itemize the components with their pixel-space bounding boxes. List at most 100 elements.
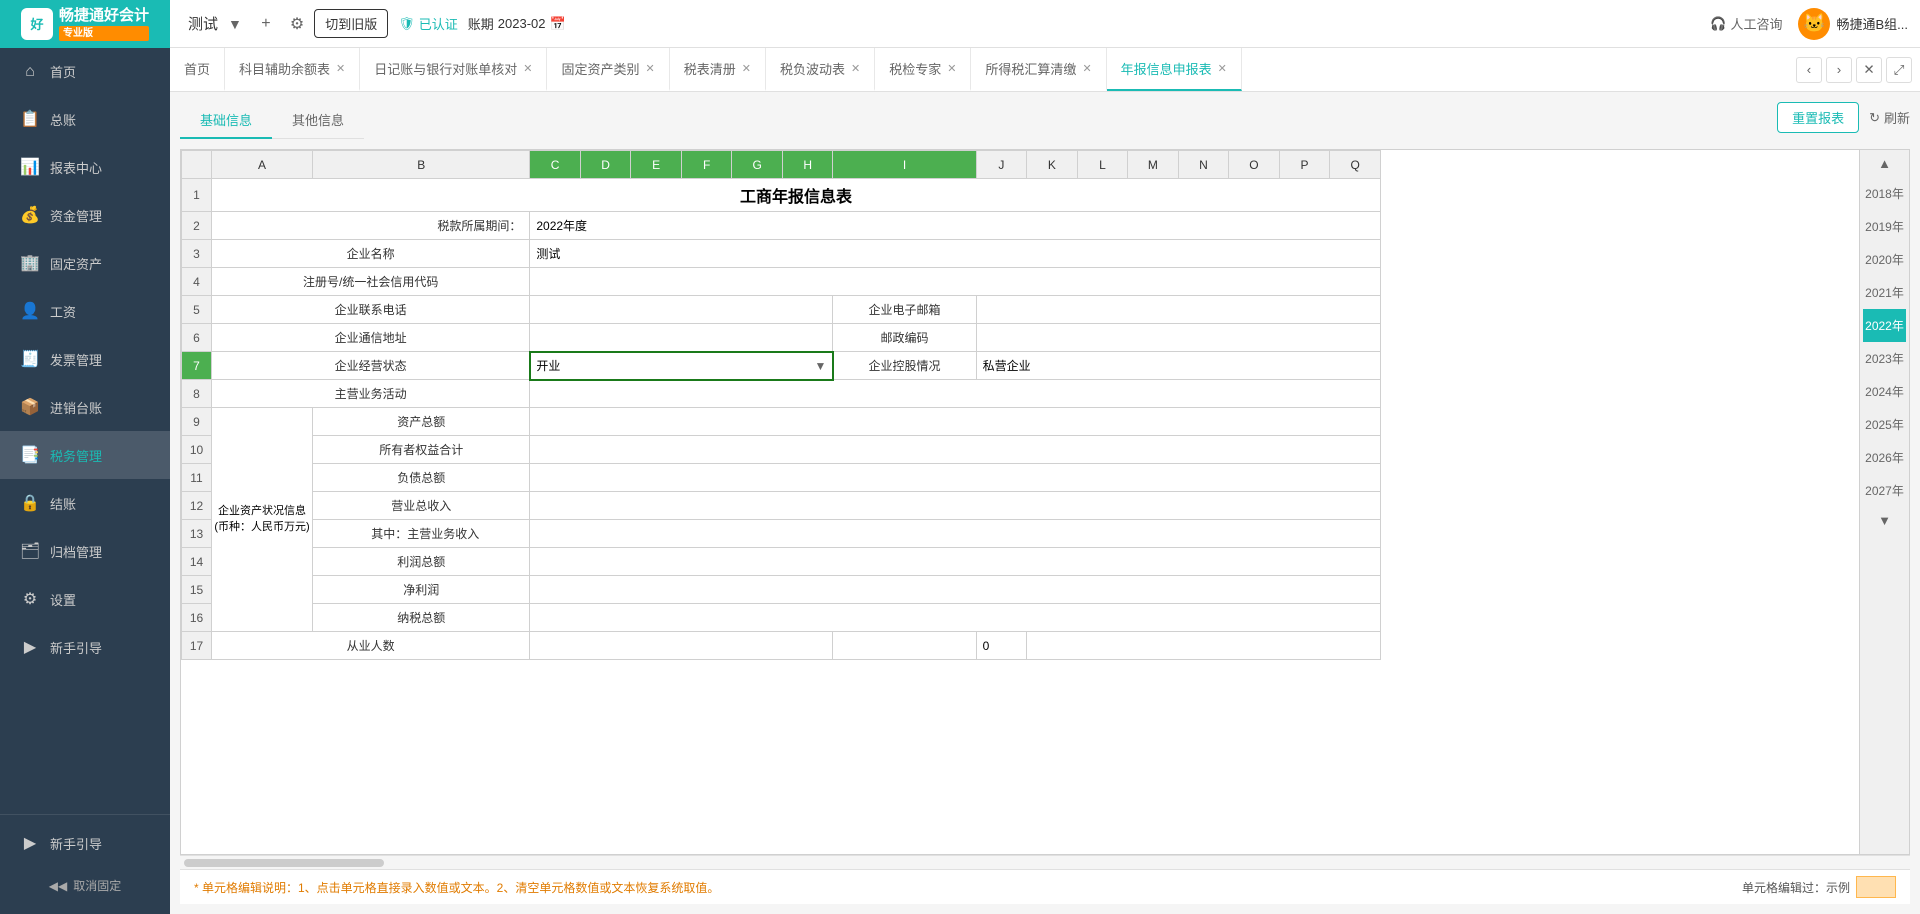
tab-close-aux[interactable]: ✕	[336, 62, 345, 75]
title-cell[interactable]: 工商年报信息表	[212, 179, 1381, 212]
phone-value[interactable]	[530, 296, 833, 324]
reset-report-button[interactable]: 重置报表	[1777, 102, 1859, 133]
year-item-2027[interactable]: 2027年	[1863, 474, 1906, 507]
spreadsheet[interactable]: ABCDEFGHIJKLMNOPQ 1 工商年报信息表 2 税款所属期间： 20…	[181, 150, 1859, 854]
col-header-K[interactable]: K	[1027, 151, 1078, 179]
tab-journal[interactable]: 日记账与银行对账单核对✕	[360, 48, 547, 91]
col-header-A[interactable]: A	[212, 151, 313, 179]
sidebar-item-funds[interactable]: 💰 资金管理	[0, 191, 170, 239]
col-header-O[interactable]: O	[1229, 151, 1280, 179]
year-item-2024[interactable]: 2024年	[1863, 375, 1906, 408]
tab-close-journal[interactable]: ✕	[523, 62, 532, 75]
sub-tab-other[interactable]: 其他信息	[272, 102, 364, 139]
tab-close-income_tax[interactable]: ✕	[1082, 62, 1091, 75]
period-value-cell[interactable]: 2022年度	[530, 212, 1381, 240]
tab-aux[interactable]: 科目辅助余额表✕	[225, 48, 360, 91]
year-scroll-down-button[interactable]: ▼	[1860, 507, 1909, 534]
year-scroll-up-button[interactable]: ▲	[1860, 150, 1909, 177]
tab-next-button[interactable]: ›	[1826, 57, 1852, 83]
col-header-N[interactable]: N	[1178, 151, 1229, 179]
user-area[interactable]: 🐱 畅捷通B组...	[1798, 8, 1908, 40]
sidebar-item-report[interactable]: 📊 报表中心	[0, 143, 170, 191]
year-item-2022[interactable]: 2022年	[1863, 309, 1906, 342]
reg-no-value[interactable]	[530, 268, 1381, 296]
h-scroll-area[interactable]	[180, 855, 1910, 869]
liabilities-value[interactable]	[530, 464, 1381, 492]
biz-status-value[interactable]: 开业 ▼	[530, 352, 833, 380]
tab-close-assets_type[interactable]: ✕	[646, 62, 655, 75]
tab-close-annual_report[interactable]: ✕	[1218, 62, 1227, 75]
profit-value[interactable]	[530, 548, 1381, 576]
sidebar-item-invoice[interactable]: 🧾 发票管理	[0, 335, 170, 383]
address-value[interactable]	[530, 324, 833, 352]
tab-expand-button[interactable]: ⤢	[1886, 57, 1912, 83]
sidebar-item-guide[interactable]: ▶ 新手引导	[0, 819, 170, 867]
total-assets-value[interactable]	[530, 408, 1381, 436]
sidebar-item-ledger[interactable]: 📋 总账	[0, 95, 170, 143]
dropdown-arrow-icon[interactable]: ▼	[815, 359, 827, 373]
tab-home[interactable]: 首页	[170, 48, 225, 91]
sub-tab-basic[interactable]: 基础信息	[180, 102, 272, 139]
col-header-F[interactable]: F	[681, 151, 732, 179]
year-item-2026[interactable]: 2026年	[1863, 441, 1906, 474]
tab-tax_table[interactable]: 税表清册✕	[670, 48, 766, 91]
support-button[interactable]: 🎧 人工咨询	[1710, 14, 1782, 33]
col-header-P[interactable]: P	[1279, 151, 1330, 179]
holding-value[interactable]: 私营企业	[976, 352, 1380, 380]
tab-tax_expert[interactable]: 税检专家✕	[875, 48, 971, 91]
col-header-D[interactable]: D	[580, 151, 631, 179]
gear-icon[interactable]: ⚙	[290, 14, 304, 34]
h-scroll-thumb[interactable]	[184, 859, 384, 867]
tab-assets_type[interactable]: 固定资产类别✕	[547, 48, 669, 91]
sidebar-item-close[interactable]: 🔒 结账	[0, 479, 170, 527]
add-tab-button[interactable]: +	[252, 10, 280, 38]
sidebar-item-home[interactable]: ⌂ 首页	[0, 48, 170, 95]
col-header-G[interactable]: G	[732, 151, 783, 179]
switch-old-button[interactable]: 切到旧版	[314, 9, 388, 38]
col-header-E[interactable]: E	[631, 151, 682, 179]
tab-close-tax_expert[interactable]: ✕	[947, 62, 956, 75]
tab-close-tax_table[interactable]: ✕	[742, 62, 751, 75]
email-value[interactable]	[976, 296, 1380, 324]
sidebar-item-settings[interactable]: ⚙ 设置	[0, 575, 170, 623]
col-header-I[interactable]: I	[833, 151, 976, 179]
tab-annual_report[interactable]: 年报信息申报表✕	[1107, 48, 1242, 91]
postcode-value[interactable]	[976, 324, 1380, 352]
net-profit-value[interactable]	[530, 576, 1381, 604]
col-header-M[interactable]: M	[1128, 151, 1179, 179]
col-header-Q[interactable]: Q	[1330, 151, 1381, 179]
tab-income_tax[interactable]: 所得税汇算清缴✕	[971, 48, 1106, 91]
tax-total-value[interactable]	[530, 604, 1381, 632]
employees-value[interactable]	[530, 632, 833, 660]
year-item-2025[interactable]: 2025年	[1863, 408, 1906, 441]
col-header-C[interactable]: C	[530, 151, 581, 179]
company-name-value[interactable]: 测试	[530, 240, 1381, 268]
sidebar-item-salary[interactable]: 👤 工资	[0, 287, 170, 335]
year-item-2020[interactable]: 2020年	[1863, 243, 1906, 276]
dropdown-arrow-icon[interactable]: ▼	[228, 16, 242, 32]
tab-close-tax_wave[interactable]: ✕	[851, 62, 860, 75]
revenue-value[interactable]	[530, 492, 1381, 520]
sidebar-item-inout[interactable]: 📦 进销台账	[0, 383, 170, 431]
tab-close-all-button[interactable]: ✕	[1856, 57, 1882, 83]
col-header-J[interactable]: J	[976, 151, 1027, 179]
tab-prev-button[interactable]: ‹	[1796, 57, 1822, 83]
main-biz-value[interactable]	[530, 380, 1381, 408]
year-item-2018[interactable]: 2018年	[1863, 177, 1906, 210]
col-header-H[interactable]: H	[782, 151, 833, 179]
employees-num-value[interactable]: 0	[976, 632, 1027, 660]
unpin-button[interactable]: ◀◀ 取消固定	[0, 867, 170, 904]
col-header-B[interactable]: B	[313, 151, 530, 179]
sidebar-item-tax[interactable]: 📑 税务管理	[0, 431, 170, 479]
year-item-2019[interactable]: 2019年	[1863, 210, 1906, 243]
equity-value[interactable]	[530, 436, 1381, 464]
calendar-icon[interactable]: 📅	[550, 16, 566, 32]
tab-tax_wave[interactable]: 税负波动表✕	[766, 48, 875, 91]
col-header-L[interactable]: L	[1077, 151, 1128, 179]
sidebar-item-guide[interactable]: ▶ 新手引导	[0, 623, 170, 671]
main-revenue-value[interactable]	[530, 520, 1381, 548]
year-item-2023[interactable]: 2023年	[1863, 342, 1906, 375]
year-item-2021[interactable]: 2021年	[1863, 276, 1906, 309]
refresh-button[interactable]: ↻ 刷新	[1869, 108, 1910, 127]
sidebar-item-assets[interactable]: 🏢 固定资产	[0, 239, 170, 287]
